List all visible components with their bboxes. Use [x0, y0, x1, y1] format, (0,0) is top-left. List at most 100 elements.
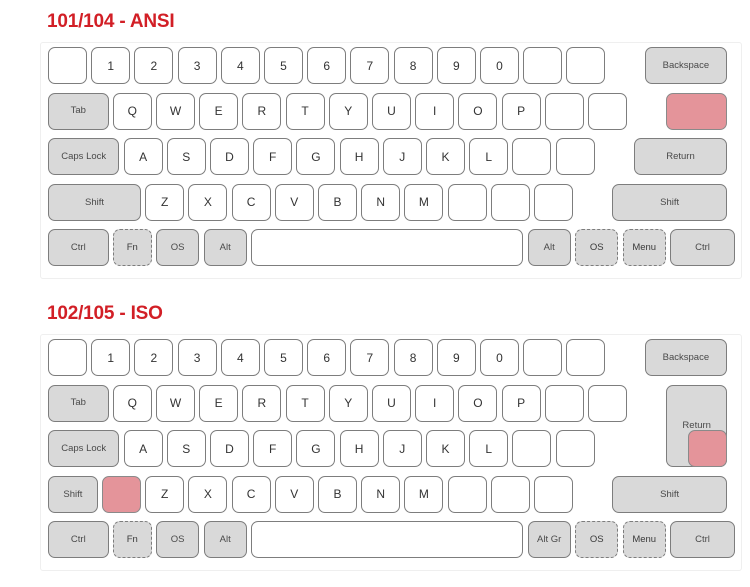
key-iso-home-row-blank-11[interactable] — [555, 430, 595, 468]
key-iso-number-row-5[interactable]: 5 — [264, 339, 303, 376]
key-iso-bottom-row-fn[interactable]: Fn — [112, 521, 152, 559]
key-ansi-number-row-1[interactable]: 1 — [91, 47, 131, 84]
key-ansi-home-row-k[interactable]: K — [426, 138, 465, 176]
key-iso-number-row-backspace[interactable]: Backspace — [644, 339, 727, 376]
key-iso-number-row-blank-12[interactable] — [566, 339, 606, 376]
key-iso-home-row-d[interactable]: D — [210, 430, 249, 468]
key-ansi-qwerty-row-e[interactable]: E — [199, 92, 239, 130]
key-ansi-number-row-5[interactable]: 5 — [264, 47, 303, 84]
key-ansi-qwerty-row-p[interactable]: P — [501, 92, 541, 130]
key-iso-qwerty-row-p[interactable]: P — [501, 384, 541, 422]
key-ansi-home-row-d[interactable]: D — [210, 138, 249, 176]
key-iso-qwerty-row-e[interactable]: E — [199, 384, 239, 422]
key-ansi-home-row-caps-lock[interactable]: Caps Lock — [48, 138, 120, 176]
key-ansi-shift-row-m[interactable]: M — [404, 183, 444, 221]
key-iso-bottom-row-ctrl[interactable]: Ctrl — [670, 521, 735, 559]
key-ansi-bottom-row-ctrl[interactable]: Ctrl — [48, 229, 109, 267]
key-ansi-bottom-row-alt[interactable]: Alt — [203, 229, 247, 267]
key-ansi-number-row-8[interactable]: 8 — [393, 47, 433, 84]
key-iso-qwerty-row-blank-11[interactable] — [544, 384, 584, 422]
key-ansi-bottom-row-blank-4[interactable] — [251, 229, 524, 267]
key-ansi-bottom-row-os[interactable]: OS — [575, 229, 619, 267]
key-ansi-qwerty-row-i[interactable]: I — [415, 92, 455, 130]
key-ansi-home-row-f[interactable]: F — [253, 138, 293, 176]
key-ansi-home-row-h[interactable]: H — [339, 138, 379, 176]
key-iso-bottom-row-os[interactable]: OS — [575, 521, 619, 559]
key-iso-qwerty-row-i[interactable]: I — [415, 384, 455, 422]
key-iso-qwerty-row-o[interactable]: O — [458, 384, 498, 422]
key-iso-number-row-7[interactable]: 7 — [350, 339, 390, 376]
key-iso-bottom-row-blank-4[interactable] — [251, 521, 524, 559]
key-iso-bottom-row-os[interactable]: OS — [156, 521, 200, 559]
key-ansi-number-row-backspace[interactable]: Backspace — [644, 47, 727, 84]
key-iso-qwerty-row-w[interactable]: W — [156, 384, 195, 422]
key-iso-bottom-row-alt[interactable]: Alt — [203, 521, 247, 559]
key-ansi-home-row-blank-10[interactable] — [512, 138, 552, 176]
key-iso-home-row-j[interactable]: J — [382, 430, 422, 468]
key-ansi-shift-row-z[interactable]: Z — [145, 183, 185, 221]
key-iso-number-row-9[interactable]: 9 — [436, 339, 476, 376]
key-ansi-number-row-9[interactable]: 9 — [436, 47, 476, 84]
key-iso-bottom-row-menu[interactable]: Menu — [622, 521, 666, 559]
key-ansi-qwerty-row-u[interactable]: U — [372, 92, 411, 130]
key-ansi-home-row-l[interactable]: L — [469, 138, 509, 176]
key-ansi-number-row-blank-0[interactable] — [48, 47, 87, 84]
key-ansi-number-row-7[interactable]: 7 — [350, 47, 390, 84]
key-iso-shift-row-blank-11[interactable] — [534, 475, 573, 513]
key-ansi-home-row-blank-11[interactable] — [555, 138, 595, 176]
key-ansi-home-row-a[interactable]: A — [123, 138, 163, 176]
key-iso-bottom-row-alt-gr[interactable]: Alt Gr — [527, 521, 571, 559]
key-iso-home-row-a[interactable]: A — [123, 430, 163, 468]
key-ansi-shift-row-x[interactable]: X — [188, 183, 228, 221]
key-iso-number-row-3[interactable]: 3 — [177, 339, 217, 376]
key-iso-home-row-caps-lock[interactable]: Caps Lock — [48, 430, 120, 468]
key-ansi-bottom-row-menu[interactable]: Menu — [622, 229, 666, 267]
key-ansi-qwerty-row-r[interactable]: R — [242, 92, 282, 130]
key-iso-shift-row-shift[interactable]: Shift — [48, 475, 98, 513]
key-iso-shift-row-v[interactable]: V — [274, 475, 314, 513]
key-ansi-qwerty-row-tab[interactable]: Tab — [48, 92, 109, 130]
key-iso-number-row-0[interactable]: 0 — [480, 339, 519, 376]
key-iso-qwerty-row-y[interactable]: Y — [328, 384, 368, 422]
key-iso-shift-row-blank-1[interactable] — [102, 475, 141, 513]
key-iso-bottom-row-ctrl[interactable]: Ctrl — [48, 521, 109, 559]
key-ansi-bottom-row-fn[interactable]: Fn — [112, 229, 152, 267]
key-iso-home-row-g[interactable]: G — [296, 430, 336, 468]
key-iso-number-row-6[interactable]: 6 — [307, 339, 347, 376]
key-ansi-qwerty-row-o[interactable]: O — [458, 92, 498, 130]
key-iso-shift-row-x[interactable]: X — [188, 475, 228, 513]
key-ansi-shift-row-c[interactable]: C — [231, 183, 271, 221]
key-ansi-shift-row-b[interactable]: B — [318, 183, 357, 221]
key-iso-shift-row-b[interactable]: B — [318, 475, 357, 513]
key-ansi-number-row-6[interactable]: 6 — [307, 47, 347, 84]
key-ansi-qwerty-row-t[interactable]: T — [285, 92, 325, 130]
key-iso-shift-row-m[interactable]: M — [404, 475, 444, 513]
key-iso-number-row-8[interactable]: 8 — [393, 339, 433, 376]
key-ansi-number-row-blank-11[interactable] — [523, 47, 563, 84]
key-iso-home-row-k[interactable]: K — [426, 430, 465, 468]
key-ansi-qwerty-row-w[interactable]: W — [156, 92, 195, 130]
key-ansi-home-row-j[interactable]: J — [382, 138, 422, 176]
key-iso-number-row-2[interactable]: 2 — [134, 339, 174, 376]
key-iso-shift-row-z[interactable]: Z — [145, 475, 185, 513]
key-ansi-number-row-0[interactable]: 0 — [480, 47, 519, 84]
key-iso-qwerty-row-blank-12[interactable] — [588, 384, 627, 422]
key-ansi-qwerty-row-y[interactable]: Y — [328, 92, 368, 130]
key-ansi-shift-row-blank-9[interactable] — [490, 183, 530, 221]
key-ansi-number-row-2[interactable]: 2 — [134, 47, 174, 84]
key-iso-qwerty-row-q[interactable]: Q — [112, 384, 152, 422]
key-ansi-qwerty-row-q[interactable]: Q — [112, 92, 152, 130]
key-iso-qwerty-row-r[interactable]: R — [242, 384, 282, 422]
key-ansi-qwerty-row-blank-13[interactable] — [666, 92, 727, 130]
key-ansi-home-row-s[interactable]: S — [166, 138, 206, 176]
key-ansi-home-row-g[interactable]: G — [296, 138, 336, 176]
key-ansi-shift-row-v[interactable]: V — [274, 183, 314, 221]
key-iso-qwerty-row-t[interactable]: T — [285, 384, 325, 422]
key-iso-number-row-blank-11[interactable] — [523, 339, 563, 376]
key-iso-home-row-l[interactable]: L — [469, 430, 509, 468]
key-iso-home-row-blank-12[interactable] — [688, 430, 727, 468]
key-ansi-number-row-3[interactable]: 3 — [177, 47, 217, 84]
key-ansi-qwerty-row-blank-12[interactable] — [588, 92, 627, 130]
key-ansi-shift-row-blank-8[interactable] — [447, 183, 487, 221]
key-iso-home-row-h[interactable]: H — [339, 430, 379, 468]
